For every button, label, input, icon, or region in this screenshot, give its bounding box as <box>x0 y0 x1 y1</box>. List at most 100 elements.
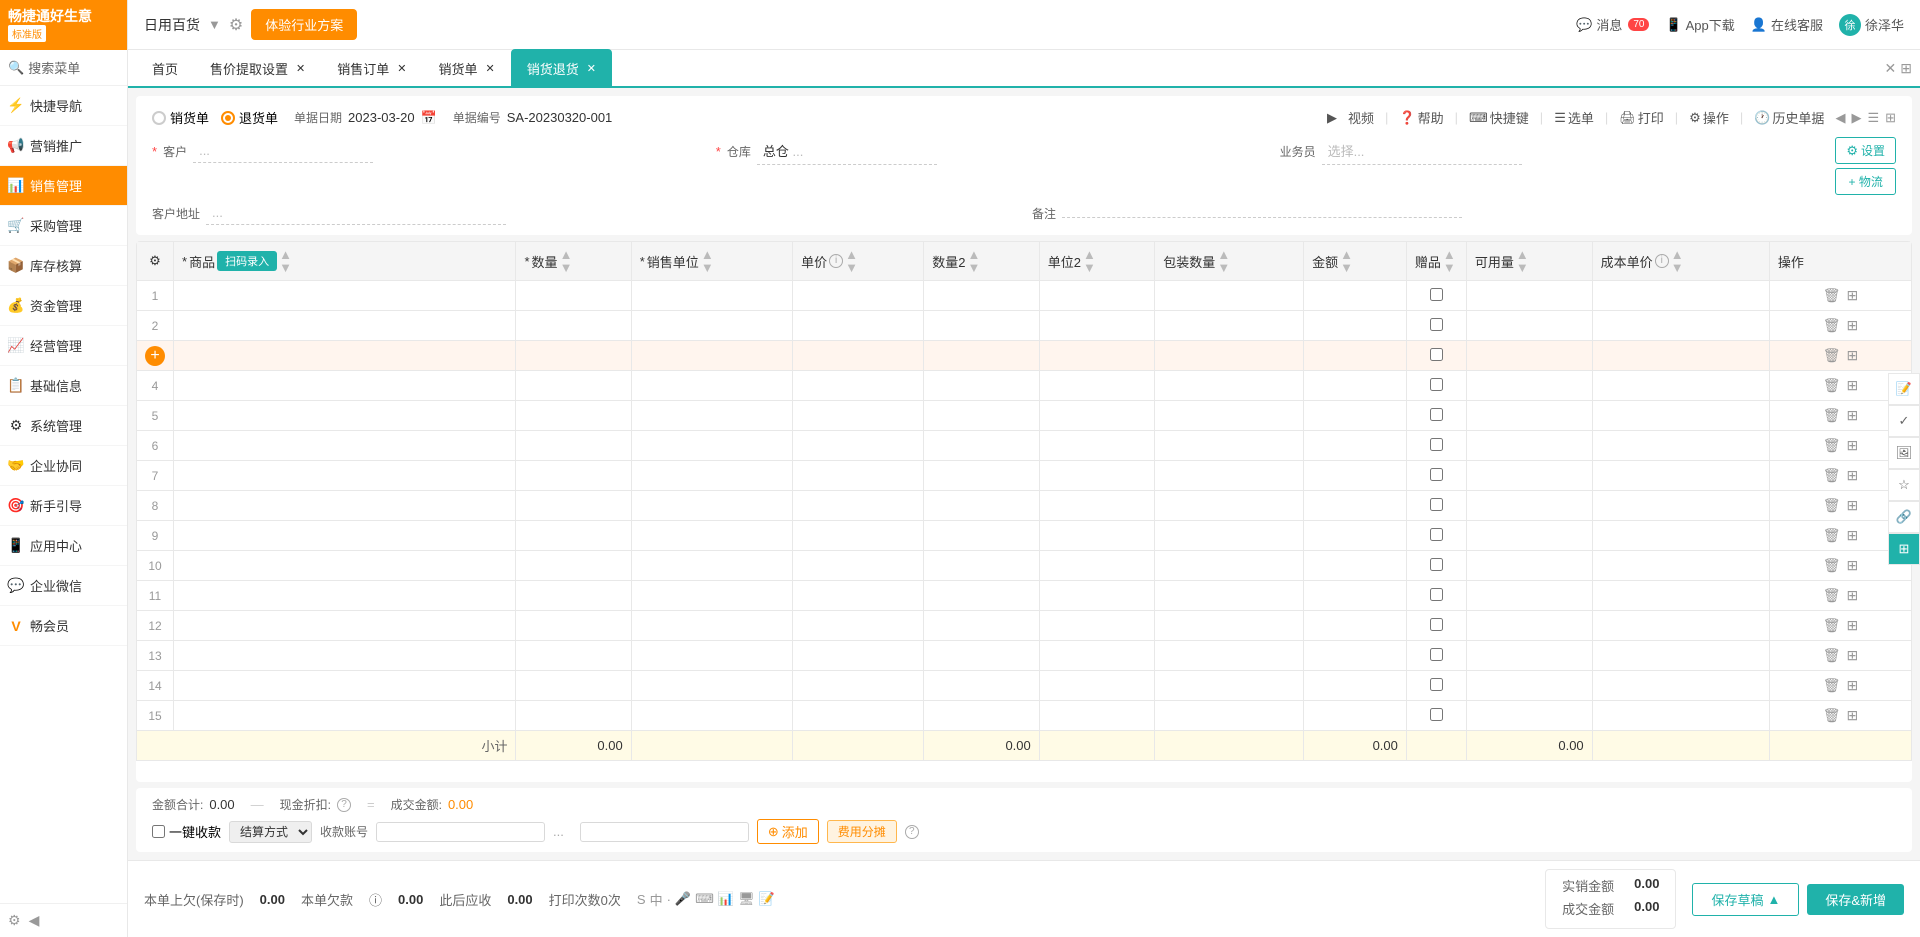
one-key-pay-check[interactable] <box>152 825 165 838</box>
sidebar-item-wechat[interactable]: 💬 企业微信 <box>0 566 127 606</box>
gift-checkbox[interactable] <box>1430 528 1443 541</box>
unit-price-cell[interactable] <box>793 401 924 431</box>
toolbar-video[interactable]: 视频 <box>1343 106 1379 129</box>
cost-unit-info-icon[interactable]: i <box>1655 254 1669 268</box>
unit-price-cell[interactable] <box>793 671 924 701</box>
th-amount[interactable]: 金额 ▲▼ <box>1304 242 1407 281</box>
delete-row-btn[interactable]: 🗑 <box>1823 557 1841 574</box>
pack-qty-cell[interactable] <box>1155 431 1304 461</box>
product-cell[interactable] <box>174 341 516 371</box>
product-cell[interactable] <box>174 431 516 461</box>
cost-unit-cell[interactable] <box>1592 461 1769 491</box>
available-cell[interactable] <box>1466 281 1592 311</box>
sales-unit-cell[interactable] <box>631 491 792 521</box>
unit-price-cell[interactable] <box>793 311 924 341</box>
quantity-cell[interactable] <box>516 311 631 341</box>
sidebar-search[interactable]: 🔍 搜索菜单 <box>0 50 127 86</box>
one-key-pay-checkbox[interactable]: 一键收款 <box>152 822 221 841</box>
gift-cell[interactable] <box>1406 371 1466 401</box>
delete-row-btn[interactable]: 🗑 <box>1823 287 1841 304</box>
quantity-cell[interactable] <box>516 461 631 491</box>
unit2-cell[interactable] <box>1039 611 1155 641</box>
quantity2-cell[interactable] <box>924 611 1040 641</box>
th-unit2[interactable]: 单位2 ▲▼ <box>1039 242 1155 281</box>
cost-unit-cell[interactable] <box>1592 581 1769 611</box>
quantity2-cell[interactable] <box>924 431 1040 461</box>
gift-checkbox[interactable] <box>1430 348 1443 361</box>
delete-row-btn[interactable]: 🗑 <box>1823 467 1841 484</box>
delete-row-btn[interactable]: 🗑 <box>1823 347 1841 364</box>
available-cell[interactable] <box>1466 671 1592 701</box>
quantity2-cell[interactable] <box>924 671 1040 701</box>
float-note[interactable]: 📝 <box>1888 373 1920 405</box>
quantity2-cell[interactable] <box>924 461 1040 491</box>
unit-price-cell[interactable] <box>793 371 924 401</box>
quantity-cell[interactable] <box>516 491 631 521</box>
amount-cell[interactable] <box>1304 431 1407 461</box>
unit-price-cell[interactable] <box>793 641 924 671</box>
unit2-cell[interactable] <box>1039 521 1155 551</box>
save-new-btn[interactable]: 保存&新增 <box>1807 884 1904 915</box>
copy-row-btn[interactable]: ⊞ <box>1846 377 1858 394</box>
quantity-cell[interactable] <box>516 581 631 611</box>
th-cost-unit[interactable]: 成本单价 i ▲▼ <box>1592 242 1769 281</box>
customer-input[interactable]: ... <box>193 139 373 163</box>
product-cell[interactable] <box>174 641 516 671</box>
unit-price-cell[interactable] <box>793 581 924 611</box>
cost-unit-cell[interactable] <box>1592 611 1769 641</box>
unit2-cell[interactable] <box>1039 311 1155 341</box>
toolbar-shortcut[interactable]: ⌨ 快捷键 <box>1464 106 1534 129</box>
sales-unit-cell[interactable] <box>631 281 792 311</box>
amount-cell[interactable] <box>1304 461 1407 491</box>
address-input[interactable]: ... <box>206 201 506 225</box>
amount-cell[interactable] <box>1304 281 1407 311</box>
product-cell[interactable] <box>174 521 516 551</box>
copy-row-btn[interactable]: ⊞ <box>1846 347 1858 364</box>
discount-info-icon[interactable]: ? <box>337 798 351 812</box>
unit2-cell[interactable] <box>1039 491 1155 521</box>
unit-price-cell[interactable] <box>793 701 924 731</box>
gift-cell[interactable] <box>1406 611 1466 641</box>
cost-unit-cell[interactable] <box>1592 521 1769 551</box>
product-cell[interactable] <box>174 461 516 491</box>
quantity-cell[interactable] <box>516 701 631 731</box>
copy-row-btn[interactable]: ⊞ <box>1846 677 1858 694</box>
gift-checkbox[interactable] <box>1430 318 1443 331</box>
copy-row-btn[interactable]: ⊞ <box>1846 497 1858 514</box>
copy-row-btn[interactable]: ⊞ <box>1846 467 1858 484</box>
sidebar-item-guide[interactable]: 🎯 新手引导 <box>0 486 127 526</box>
unit2-cell[interactable] <box>1039 581 1155 611</box>
sales-unit-cell[interactable] <box>631 671 792 701</box>
product-cell[interactable] <box>174 581 516 611</box>
cost-unit-cell[interactable] <box>1592 491 1769 521</box>
collapse-icon[interactable]: ◀ <box>29 912 40 929</box>
quantity2-cell[interactable] <box>924 551 1040 581</box>
pack-qty-cell[interactable] <box>1155 551 1304 581</box>
th-sales-unit[interactable]: * 销售单位 ▲▼ <box>631 242 792 281</box>
gift-checkbox[interactable] <box>1430 648 1443 661</box>
sales-unit-cell[interactable] <box>631 431 792 461</box>
copy-row-btn[interactable]: ⊞ <box>1846 287 1858 304</box>
sidebar-item-purchase[interactable]: 🛒 采购管理 <box>0 206 127 246</box>
available-cell[interactable] <box>1466 521 1592 551</box>
unit2-cell[interactable] <box>1039 341 1155 371</box>
pack-qty-cell[interactable] <box>1155 581 1304 611</box>
unit-price-cell[interactable] <box>793 491 924 521</box>
sidebar-item-system[interactable]: ⚙ 系统管理 <box>0 406 127 446</box>
float-expand[interactable]: ⊞ <box>1888 533 1920 565</box>
available-cell[interactable] <box>1466 461 1592 491</box>
setup-btn[interactable]: ⚙ 设置 <box>1835 137 1896 164</box>
sales-unit-cell[interactable] <box>631 551 792 581</box>
unit2-cell[interactable] <box>1039 671 1155 701</box>
scan-btn[interactable]: 扫码录入 <box>217 251 277 271</box>
amount-cell[interactable] <box>1304 581 1407 611</box>
tab-sales-delivery-close[interactable]: ✕ <box>486 62 495 75</box>
unit2-cell[interactable] <box>1039 281 1155 311</box>
gift-checkbox[interactable] <box>1430 588 1443 601</box>
warehouse-input[interactable]: 总仓 ... <box>757 137 937 165</box>
unit2-cell[interactable] <box>1039 551 1155 581</box>
available-cell[interactable] <box>1466 581 1592 611</box>
product-cell[interactable] <box>174 371 516 401</box>
product-cell[interactable] <box>174 491 516 521</box>
gift-cell[interactable] <box>1406 641 1466 671</box>
